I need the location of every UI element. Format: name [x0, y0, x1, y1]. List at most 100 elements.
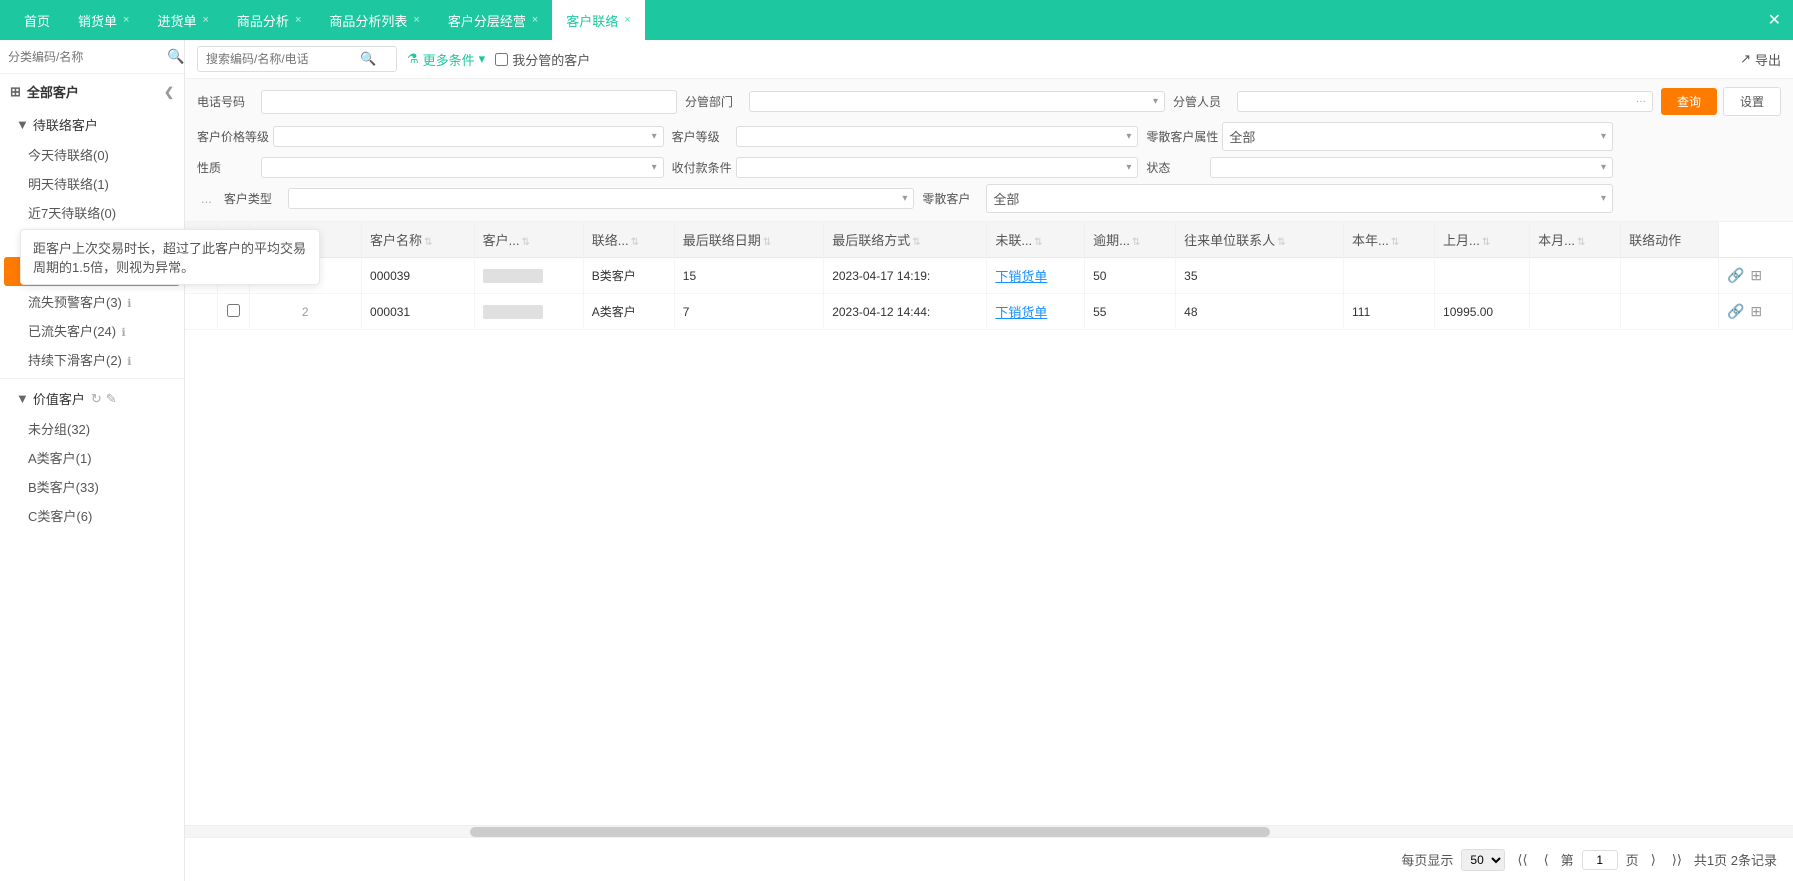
retail-customer-select[interactable]: 全部 ▾: [986, 184, 1613, 213]
prev-page-button[interactable]: ⟨: [1540, 850, 1553, 870]
sidebar-item-tomorrow-contact[interactable]: 明天待联络(1): [0, 169, 184, 198]
more-conditions-button[interactable]: ⚗ 更多条件 ▾: [407, 50, 485, 69]
settings-button[interactable]: 设置: [1723, 87, 1781, 116]
sidebar-item-declining[interactable]: 持续下滑客户(2) ℹ: [0, 345, 184, 374]
status-select[interactable]: ▾: [1210, 157, 1613, 178]
col-this-month[interactable]: 本月...⇅: [1530, 222, 1621, 258]
payment-select[interactable]: ▾: [736, 157, 1139, 178]
col-this-year[interactable]: 本年...⇅: [1344, 222, 1435, 258]
grid-action-icon-0[interactable]: ⊞: [1750, 267, 1762, 284]
sidebar-item-churned[interactable]: 已流失客户(24) ℹ: [0, 316, 184, 345]
col-name[interactable]: 客户名称⇅: [362, 222, 475, 258]
col-last-month[interactable]: 上月...⇅: [1435, 222, 1530, 258]
col-contact-person[interactable]: 往来单位联系人⇅: [1176, 222, 1344, 258]
nav-product-list[interactable]: 商品分析列表 ×: [315, 0, 433, 40]
price-grade-select[interactable]: ▾: [273, 126, 664, 147]
pagination-bar: 每页显示 50 ⟨⟨ ⟨ 第 页 ⟩ ⟩⟩ 共1页 2条记录: [185, 837, 1793, 881]
horizontal-scrollbar[interactable]: [185, 825, 1793, 837]
col-overdue[interactable]: 逾期...⇅: [1085, 222, 1176, 258]
price-grade-label: 客户价格等级: [197, 128, 269, 145]
query-button[interactable]: 查询: [1661, 88, 1717, 115]
scrollbar-thumb[interactable]: [470, 827, 1270, 837]
sidebar-item-7day-contact[interactable]: 近7天待联络(0): [0, 198, 184, 227]
sidebar-item-today-contact[interactable]: 今天待联络(0): [0, 140, 184, 169]
value-group-edit-icon[interactable]: ✎: [106, 391, 117, 407]
col-last-date[interactable]: 最后联络日期⇅: [674, 222, 823, 258]
nav-purchase-close[interactable]: ×: [202, 14, 208, 26]
col-contact-count[interactable]: 联络...⇅: [583, 222, 674, 258]
nav-purchase[interactable]: 进货单 ×: [143, 0, 222, 40]
sidebar-item-churn-warning[interactable]: 流失预警客户(3) ℹ: [0, 287, 184, 316]
sidebar-item-b-customers[interactable]: B类客户(33): [0, 472, 184, 501]
row-contact-count-0: 15: [674, 258, 823, 294]
more-dots[interactable]: ...: [197, 191, 216, 206]
first-page-button[interactable]: ⟨⟨: [1513, 850, 1531, 870]
dept-select[interactable]: ▾: [749, 91, 1165, 112]
my-customers-checkbox-wrap[interactable]: 我分管的客户: [495, 50, 590, 69]
nav-customer-contact[interactable]: 客户联络 ×: [552, 0, 644, 40]
my-customers-checkbox[interactable]: [495, 53, 508, 66]
caret-down-icon: ▾: [479, 51, 486, 67]
window-close-button[interactable]: ✕: [1768, 10, 1781, 30]
dept-label: 分管部门: [685, 93, 745, 110]
row-name-1: [474, 294, 583, 330]
nav-product-analysis-close[interactable]: ×: [295, 14, 301, 26]
person-label: 分管人员: [1173, 93, 1233, 110]
phone-input[interactable]: [261, 90, 677, 114]
nav-sales-close[interactable]: ×: [123, 14, 129, 26]
row-checkbox-1: [217, 294, 249, 330]
gender-select[interactable]: ▾: [261, 157, 664, 178]
sidebar-item-c-customers[interactable]: C类客户(6): [0, 501, 184, 530]
value-group-refresh-icon[interactable]: ↻: [91, 391, 102, 407]
row-last-date-1: 2023-04-12 14:44:: [824, 294, 987, 330]
export-icon: ↗: [1740, 51, 1751, 67]
nav-customer-segment-close[interactable]: ×: [532, 14, 538, 26]
nav-home[interactable]: 首页: [10, 0, 64, 40]
row-this-year-0: [1435, 258, 1530, 294]
col-actions: 联络动作: [1621, 222, 1719, 258]
col-last-method[interactable]: 最后联络方式⇅: [824, 222, 987, 258]
nav-customer-segment[interactable]: 客户分层经营 ×: [434, 0, 552, 40]
nav-product-analysis[interactable]: 商品分析 ×: [223, 0, 315, 40]
next-page-button[interactable]: ⟩: [1647, 850, 1660, 870]
person-select[interactable]: ···: [1237, 91, 1653, 112]
per-page-select[interactable]: 50: [1461, 849, 1505, 871]
col-type[interactable]: 客户...⇅: [474, 222, 583, 258]
row-select-checkbox-1[interactable]: [227, 304, 240, 317]
nav-customer-contact-close[interactable]: ×: [624, 14, 630, 26]
search-input[interactable]: [206, 52, 356, 66]
retail-attr-select[interactable]: 全部 ▾: [1222, 122, 1613, 151]
table-area: ⚙ 客户编码⇅ 客户名称⇅ 客户...⇅: [185, 222, 1793, 825]
export-button[interactable]: ↗ 导出: [1740, 50, 1781, 69]
link-action-icon-0[interactable]: 🔗: [1727, 267, 1744, 284]
all-customers-header[interactable]: ⊞ 全部客户 ❮: [0, 74, 184, 109]
customer-grade-select[interactable]: ▾: [736, 126, 1139, 147]
value-customers-group[interactable]: ▼ 价值客户 ↻ ✎: [0, 383, 184, 414]
row-this-month-1: [1621, 294, 1719, 330]
pending-contact-group[interactable]: ▼ 待联络客户: [0, 109, 184, 140]
last-page-button[interactable]: ⟩⟩: [1668, 850, 1686, 870]
sidebar-item-ungrouped[interactable]: 未分组(32): [0, 414, 184, 443]
customer-type-label: 客户类型: [224, 190, 284, 207]
grid-action-icon-1[interactable]: ⊞: [1750, 303, 1762, 320]
sidebar-item-a-customers[interactable]: A类客户(1): [0, 443, 184, 472]
sidebar-search-icon[interactable]: 🔍: [167, 48, 184, 65]
filter-row-4: ... 客户类型 ▾ 零散客户 全部 ▾: [197, 184, 1781, 213]
search-input-wrap: 🔍: [197, 46, 397, 72]
row-overdue-0: 35: [1176, 258, 1344, 294]
row-code-1: 000031: [362, 294, 475, 330]
payment-label: 收付款条件: [672, 159, 732, 176]
sort-date-icon: ⇅: [763, 237, 771, 248]
filter-form: 电话号码 分管部门 ▾ 分管人员 ···: [185, 79, 1793, 222]
link-action-icon-1[interactable]: 🔗: [1727, 303, 1744, 320]
customer-type-caret-icon: ▾: [902, 193, 907, 204]
sidebar-search-input[interactable]: [8, 50, 163, 64]
col-uncontact[interactable]: 未联...⇅: [987, 222, 1085, 258]
page-number-input[interactable]: [1582, 850, 1618, 870]
search-icon[interactable]: 🔍: [360, 51, 376, 67]
nav-product-list-close[interactable]: ×: [413, 14, 419, 26]
payment-field: 收付款条件 ▾: [672, 157, 1139, 178]
row-actions-0: 🔗 ⊞: [1718, 258, 1792, 294]
nav-sales[interactable]: 销货单 ×: [64, 0, 143, 40]
customer-type-select[interactable]: ▾: [288, 188, 915, 209]
